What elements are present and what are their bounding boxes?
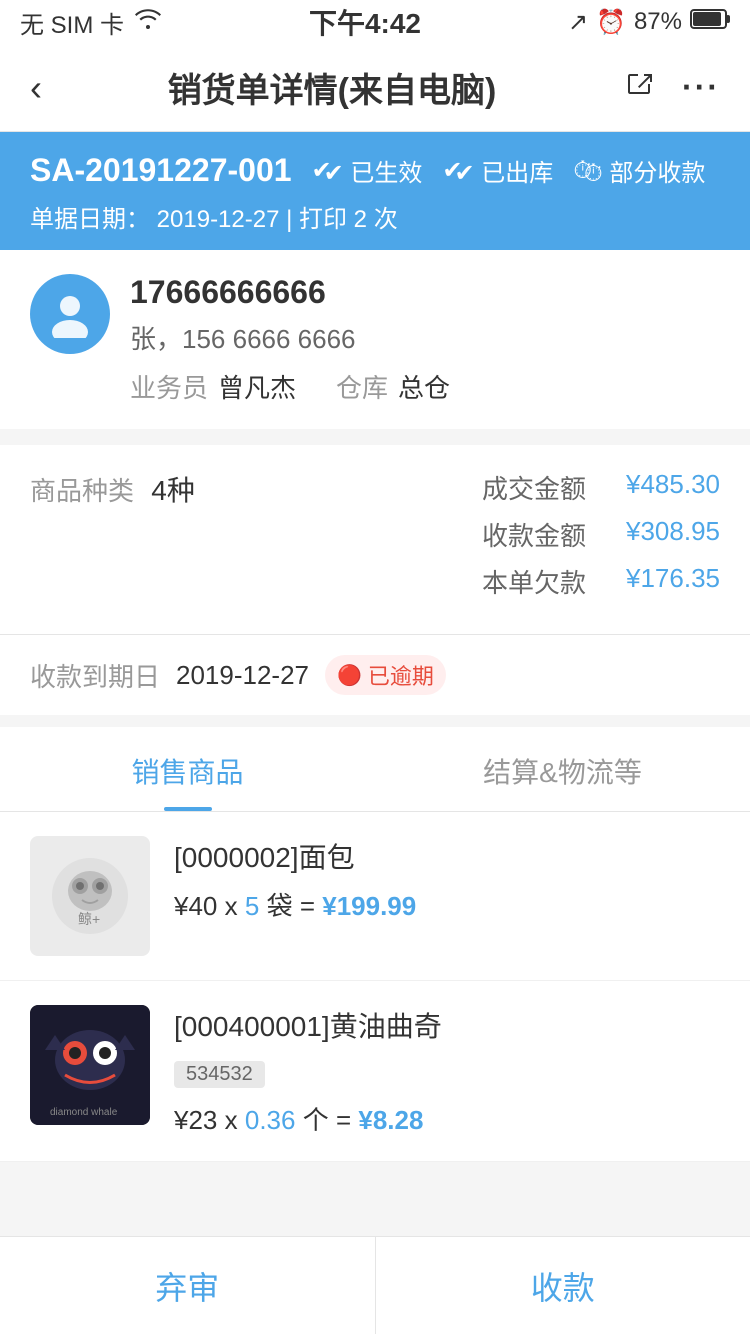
product-thumbnail-2: diamond whale — [30, 1005, 150, 1125]
due-label: 收款到期日 — [30, 657, 160, 694]
bottom-bar: 弃审 收款 — [0, 1236, 750, 1334]
price-base-2: ¥23 — [174, 1105, 217, 1135]
customer-id: 17666666666 — [130, 274, 720, 311]
svg-text:diamond whale: diamond whale — [50, 1107, 118, 1118]
price-eq-1: = — [300, 891, 322, 921]
list-item: diamond whale [000400001]黄油曲奇 534532 ¥23… — [0, 981, 750, 1162]
alarm-icon: ⏰ — [596, 8, 626, 37]
salesperson-item: 业务员 曾凡杰 — [130, 368, 296, 405]
battery-text: 87% — [634, 8, 682, 36]
price-qty-1: 5 — [245, 891, 259, 921]
list-item: 鲸+ [0000002]面包 ¥40 x 5 袋 = ¥199.99 — [0, 812, 750, 981]
order-date: 2019-12-27 — [157, 206, 280, 233]
tabs-section: 销售商品 结算&物流等 — [0, 727, 750, 812]
reject-button[interactable]: 弃审 — [0, 1237, 376, 1334]
customer-meta: 业务员 曾凡杰 仓库 总仓 — [130, 368, 720, 405]
arrears-row: 本单欠款 ¥176.35 — [482, 563, 720, 600]
badge-partial-payment: ⏱ ⏱ 部分收款 — [573, 153, 705, 188]
pay-button[interactable]: 收款 — [376, 1237, 750, 1334]
order-id: SA-20191227-001 — [30, 152, 292, 189]
wifi-icon — [134, 8, 162, 36]
amount-row: 成交金额 ¥485.30 — [482, 469, 720, 506]
divider-2 — [0, 715, 750, 727]
product-type-info: 商品种类 4种 — [30, 469, 195, 509]
customer-info: 17666666666 张，156 6666 6666 业务员 曾凡杰 仓库 总… — [130, 274, 720, 405]
status-bar-time: 下午4:42 — [309, 2, 421, 42]
product-tag-2: 534532 — [174, 1061, 265, 1088]
product-thumbnail-1: 鲸+ — [30, 836, 150, 956]
tab-sales-products[interactable]: 销售商品 — [0, 727, 375, 811]
status-bar: 无 SIM 卡 下午4:42 ↗ ⏰ 87% — [0, 0, 750, 44]
stats-section: 商品种类 4种 成交金额 ¥485.30 收款金额 ¥308.95 本单欠款 ¥… — [0, 445, 750, 634]
product-info-1: [0000002]面包 ¥40 x 5 袋 = ¥199.99 — [174, 836, 720, 956]
svg-text:鲸+: 鲸+ — [78, 911, 100, 927]
overdue-text: 已逾期 — [368, 659, 434, 691]
due-section: 收款到期日 2019-12-27 🔴 已逾期 — [0, 635, 750, 715]
battery-icon — [690, 8, 730, 37]
warehouse-item: 仓库 总仓 — [336, 368, 450, 405]
salesperson-value: 曾凡杰 — [218, 368, 296, 405]
status-bar-right: ↗ ⏰ 87% — [568, 8, 730, 37]
price-eq-2: = — [336, 1105, 358, 1135]
back-button[interactable]: ‹ — [30, 67, 42, 109]
price-base-1: ¥40 — [174, 891, 217, 921]
arrears-label: 本单欠款 — [482, 563, 586, 600]
product-list: 鲸+ [0000002]面包 ¥40 x 5 袋 = ¥199.99 — [0, 812, 750, 1162]
nav-bar: ‹ 销货单详情(来自电脑) ··· — [0, 44, 750, 132]
amount-value: ¥485.30 — [626, 469, 720, 506]
warehouse-value: 总仓 — [398, 368, 450, 405]
price-qty-2: 0.36 — [245, 1105, 296, 1135]
received-value: ¥308.95 — [626, 516, 720, 553]
carrier-text: 无 SIM 卡 — [20, 5, 124, 40]
price-total-1: ¥199.99 — [322, 891, 416, 921]
price-x-1: x — [225, 891, 245, 921]
product-name-2: [000400001]黄油曲奇 — [174, 1005, 720, 1045]
status-bar-left: 无 SIM 卡 — [20, 5, 162, 40]
customer-section: 17666666666 张，156 6666 6666 业务员 曾凡杰 仓库 总… — [0, 250, 750, 429]
received-label: 收款金额 — [482, 516, 586, 553]
tabs: 销售商品 结算&物流等 — [0, 727, 750, 811]
product-type-label: 商品种类 — [30, 476, 134, 506]
due-date: 2019-12-27 — [176, 660, 309, 691]
price-unit-1: 袋 — [267, 891, 293, 921]
product-info-2: [000400001]黄油曲奇 534532 ¥23 x 0.36 个 = ¥8… — [174, 1005, 720, 1137]
customer-name-phone: 张，156 6666 6666 — [130, 319, 720, 356]
location-icon: ↗ — [568, 8, 588, 37]
order-date-line: 单据日期： 2019-12-27 | 打印 2 次 — [30, 199, 720, 234]
received-row: 收款金额 ¥308.95 — [482, 516, 720, 553]
badge-effective: ✔ ✔ 已生效 — [312, 153, 423, 188]
header-banner: SA-20191227-001 ✔ ✔ 已生效 ✔ ✔ 已出库 ⏱ ⏱ 部分收款… — [0, 132, 750, 250]
date-label: 单据日期： — [30, 206, 150, 233]
more-icon[interactable]: ··· — [682, 69, 720, 106]
price-x-2: x — [225, 1105, 245, 1135]
warehouse-label: 仓库 — [336, 368, 388, 405]
nav-actions: ··· — [622, 66, 720, 110]
product-price-2: ¥23 x 0.36 个 = ¥8.28 — [174, 1100, 720, 1137]
arrears-value: ¥176.35 — [626, 563, 720, 600]
price-total-2: ¥8.28 — [358, 1105, 423, 1135]
product-price-1: ¥40 x 5 袋 = ¥199.99 — [174, 886, 720, 923]
amount-label: 成交金额 — [482, 469, 586, 506]
tab-settlement[interactable]: 结算&物流等 — [375, 727, 750, 811]
overdue-badge: 🔴 已逾期 — [325, 655, 446, 695]
product-type-value: 4种 — [151, 475, 195, 506]
divider-1 — [0, 429, 750, 445]
badge-shipped: ✔ ✔ 已出库 — [442, 153, 553, 188]
product-name-1: [0000002]面包 — [174, 836, 720, 876]
financial-stats: 成交金额 ¥485.30 收款金额 ¥308.95 本单欠款 ¥176.35 — [482, 469, 720, 610]
warning-icon: 🔴 — [337, 663, 362, 688]
avatar — [30, 274, 110, 354]
price-unit-2: 个 — [303, 1105, 329, 1135]
print-info: | 打印 2 次 — [286, 206, 398, 233]
share-icon[interactable] — [622, 66, 658, 110]
salesperson-label: 业务员 — [130, 368, 208, 405]
page-title: 销货单详情(来自电脑) — [168, 63, 497, 112]
